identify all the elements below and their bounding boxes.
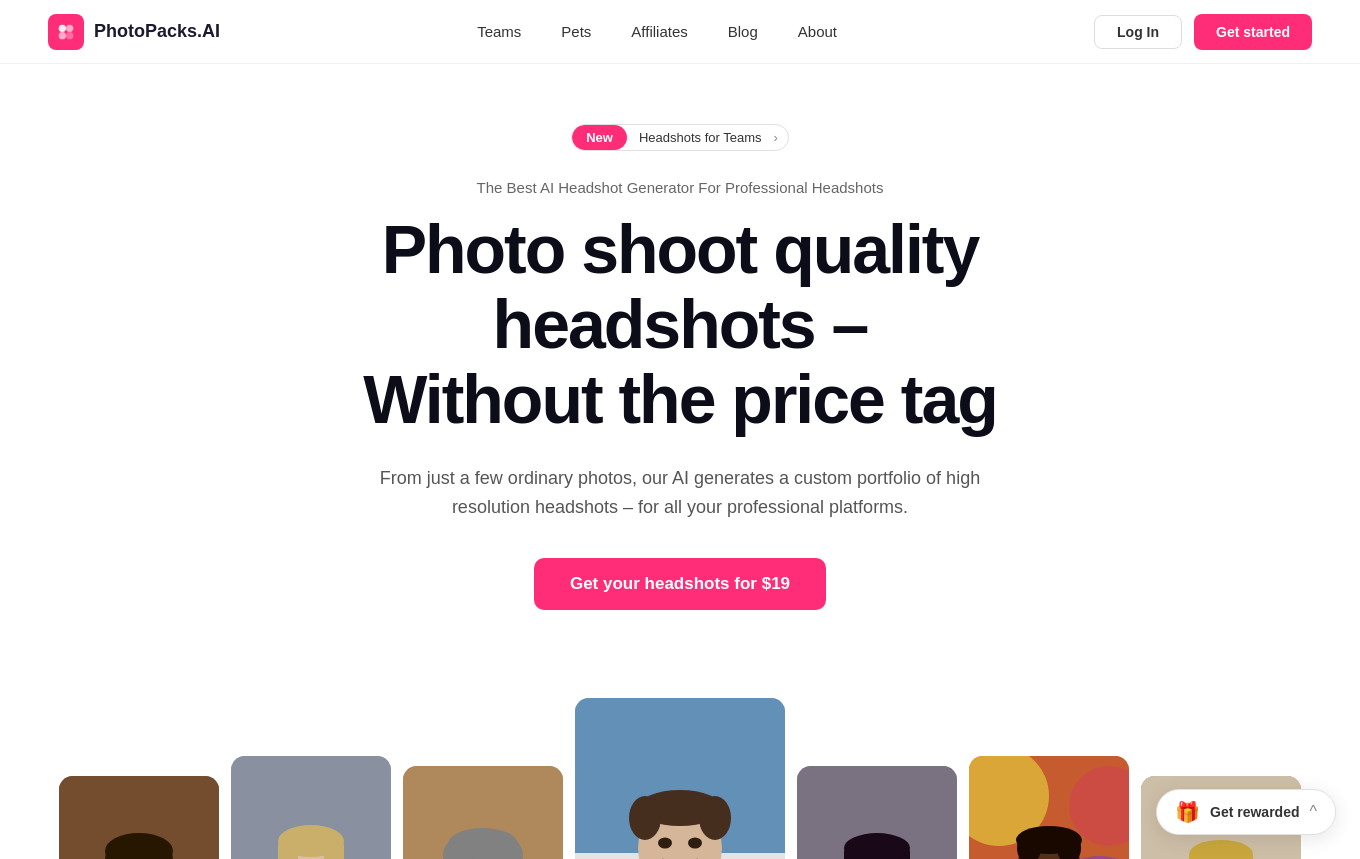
badge-headshots-text: Headshots for Teams bbox=[627, 125, 774, 150]
svg-point-50 bbox=[844, 843, 910, 859]
svg-point-57 bbox=[969, 756, 1049, 846]
gallery-photo-5 bbox=[797, 766, 957, 859]
svg-point-2 bbox=[59, 32, 66, 39]
svg-point-28 bbox=[448, 838, 518, 859]
svg-rect-51 bbox=[844, 846, 862, 859]
reward-button[interactable]: 🎁 Get rewarded ^ bbox=[1156, 789, 1336, 835]
svg-point-0 bbox=[59, 24, 66, 31]
login-button[interactable]: Log In bbox=[1094, 15, 1182, 49]
svg-rect-14 bbox=[231, 756, 391, 859]
hero-description: From just a few ordinary photos, our AI … bbox=[370, 464, 990, 522]
svg-point-11 bbox=[145, 841, 173, 859]
svg-point-44 bbox=[658, 837, 672, 848]
svg-point-8 bbox=[105, 843, 173, 859]
svg-point-10 bbox=[105, 841, 133, 859]
svg-point-64 bbox=[1016, 835, 1082, 859]
gallery-photo-3 bbox=[403, 766, 563, 859]
svg-point-66 bbox=[1017, 832, 1041, 859]
new-headshots-badge[interactable]: New Headshots for Teams › bbox=[571, 124, 789, 151]
svg-point-1 bbox=[66, 24, 73, 31]
nav-links: Teams Pets Affiliates Blog About bbox=[477, 23, 837, 40]
svg-point-78 bbox=[1189, 840, 1253, 859]
svg-rect-24 bbox=[403, 766, 563, 859]
svg-point-53 bbox=[844, 833, 910, 859]
hero-title: Photo shoot quality headshots – Without … bbox=[230, 212, 1130, 436]
svg-rect-77 bbox=[1237, 852, 1253, 859]
svg-rect-56 bbox=[969, 756, 1129, 859]
chevron-up-icon: ^ bbox=[1309, 803, 1317, 821]
svg-point-59 bbox=[1069, 766, 1129, 846]
svg-point-31 bbox=[493, 838, 523, 859]
badge-arrow-icon: › bbox=[774, 130, 788, 145]
svg-rect-46 bbox=[797, 766, 957, 859]
svg-rect-35 bbox=[575, 698, 785, 859]
hero-title-line1: Photo shoot quality headshots – bbox=[382, 211, 979, 362]
hero-subtitle: The Best AI Headshot Generator For Profe… bbox=[24, 179, 1336, 196]
svg-point-39 bbox=[638, 802, 722, 859]
nav-blog[interactable]: Blog bbox=[728, 23, 758, 40]
svg-rect-20 bbox=[324, 838, 344, 859]
gallery-photo-6 bbox=[969, 756, 1129, 859]
svg-point-29 bbox=[448, 828, 518, 859]
hero-cta-button[interactable]: Get your headshots for $19 bbox=[534, 558, 826, 610]
svg-point-45 bbox=[688, 837, 702, 848]
badge-new-label: New bbox=[572, 125, 627, 150]
photo-gallery bbox=[0, 650, 1360, 859]
svg-point-9 bbox=[105, 833, 173, 859]
svg-point-30 bbox=[443, 838, 473, 859]
svg-point-3 bbox=[66, 32, 73, 39]
navigation: PhotoPacks.AI Teams Pets Affiliates Blog… bbox=[0, 0, 1360, 64]
svg-point-40 bbox=[638, 790, 722, 826]
svg-rect-36 bbox=[575, 853, 785, 859]
svg-point-18 bbox=[278, 837, 344, 859]
svg-point-21 bbox=[278, 825, 344, 857]
svg-point-42 bbox=[699, 796, 731, 840]
gallery-photo-2 bbox=[231, 756, 391, 859]
nav-actions: Log In Get started bbox=[1094, 14, 1312, 50]
nav-teams[interactable]: Teams bbox=[477, 23, 521, 40]
logo-text: PhotoPacks.AI bbox=[94, 21, 220, 42]
svg-point-41 bbox=[629, 796, 661, 840]
logo[interactable]: PhotoPacks.AI bbox=[48, 14, 220, 50]
svg-point-67 bbox=[1057, 832, 1081, 859]
hero-title-line2: Without the price tag bbox=[363, 361, 997, 437]
nav-pets[interactable]: Pets bbox=[561, 23, 591, 40]
reward-label: Get rewarded bbox=[1210, 804, 1299, 820]
logo-icon bbox=[48, 14, 84, 50]
gallery-photo-1 bbox=[59, 776, 219, 859]
gift-icon: 🎁 bbox=[1175, 800, 1200, 824]
nav-about[interactable]: About bbox=[798, 23, 837, 40]
svg-rect-52 bbox=[892, 846, 910, 859]
svg-rect-4 bbox=[59, 776, 219, 859]
svg-rect-76 bbox=[1189, 852, 1205, 859]
svg-rect-19 bbox=[278, 838, 298, 859]
svg-point-65 bbox=[1016, 826, 1082, 854]
hero-section: New Headshots for Teams › The Best AI He… bbox=[0, 64, 1360, 650]
gallery-photo-4 bbox=[575, 698, 785, 859]
nav-affiliates[interactable]: Affiliates bbox=[631, 23, 687, 40]
get-started-button[interactable]: Get started bbox=[1194, 14, 1312, 50]
svg-point-75 bbox=[1189, 848, 1253, 859]
